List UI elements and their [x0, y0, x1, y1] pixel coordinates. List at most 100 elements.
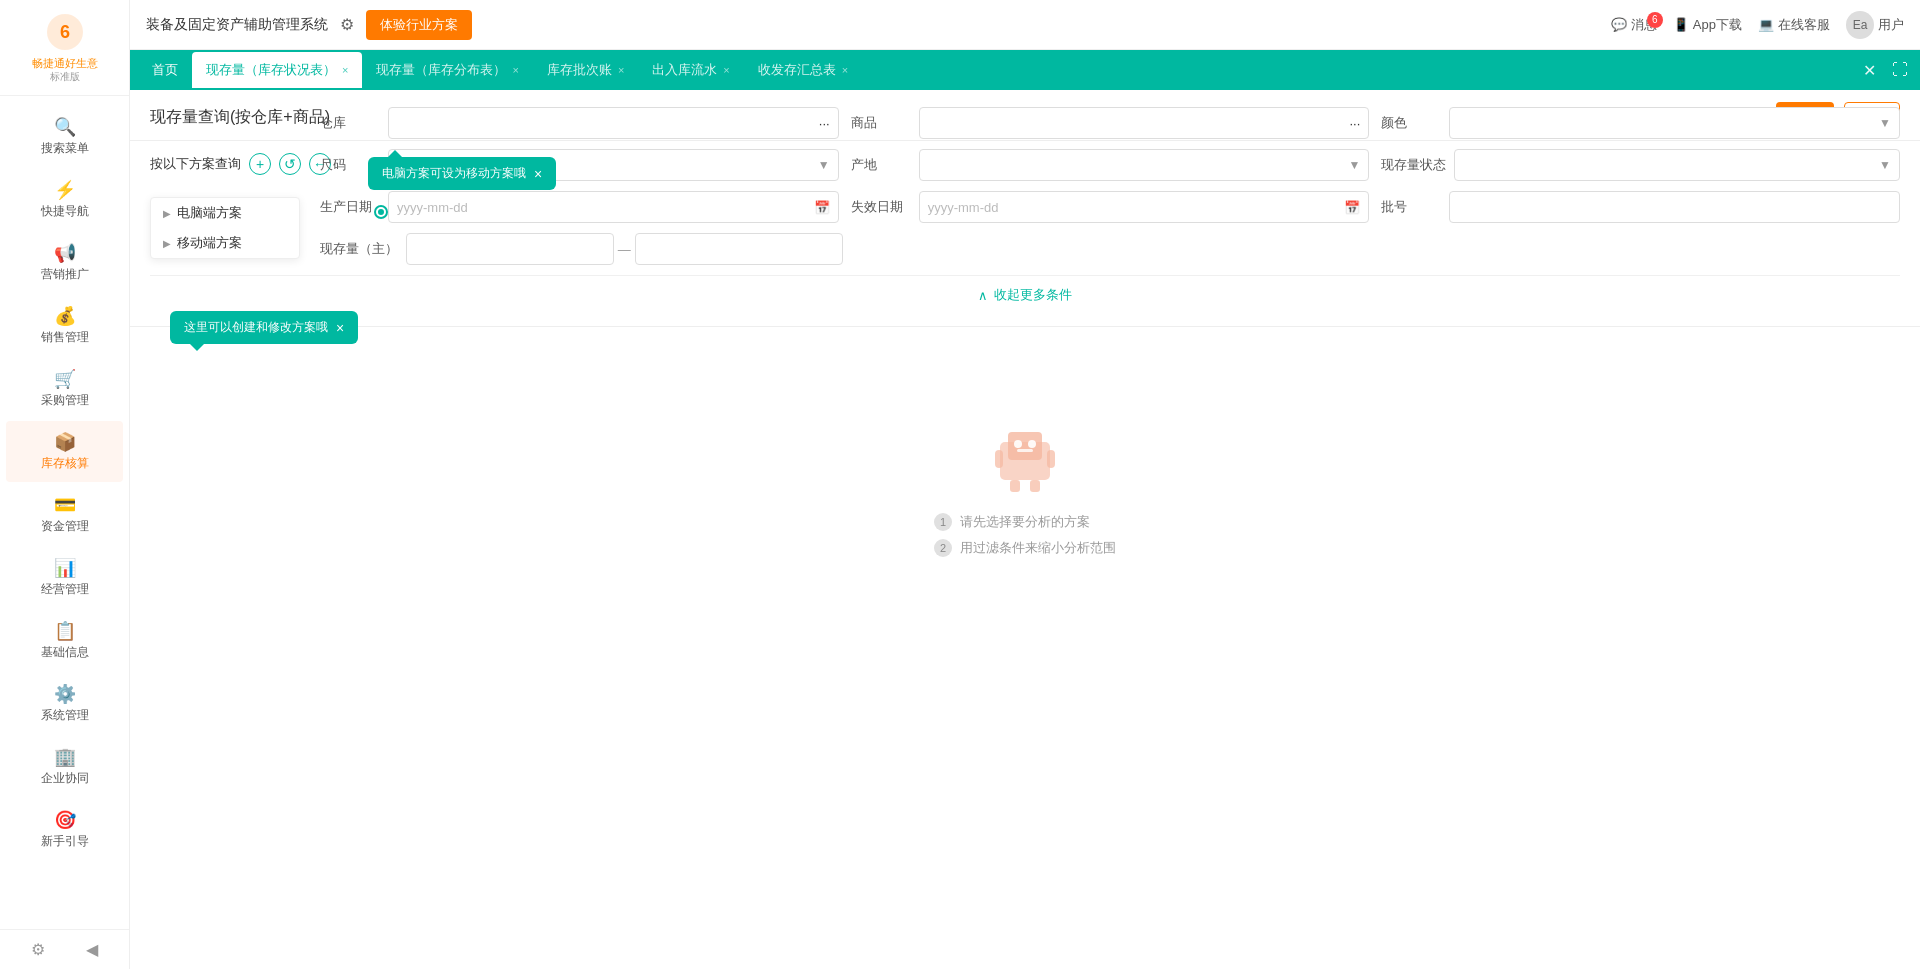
topbar: 装备及固定资产辅助管理系统 ⚙ 体验行业方案 💬 消息 6 📱 App下载 💻 … — [130, 0, 1920, 50]
tab-close-inventory-status[interactable]: × — [342, 64, 348, 76]
sidebar-item-marketing[interactable]: 📢 营销推广 — [6, 232, 123, 293]
fullscreen-icon[interactable]: ⛶ — [1888, 57, 1912, 83]
collapse-bar[interactable]: ∧ 收起更多条件 — [150, 275, 1900, 314]
operations-icon: 📊 — [54, 557, 76, 579]
produce-date-label: 生产日期 — [320, 198, 380, 216]
scheme-item-mobile[interactable]: ▶ 移动端方案 — [151, 228, 299, 258]
notice-count-badge: 6 — [1647, 12, 1663, 28]
color-label: 颜色 — [1381, 114, 1441, 132]
sidebar-item-enterprise[interactable]: 🏢 企业协同 — [6, 736, 123, 797]
topbar-right: 💬 消息 6 📱 App下载 💻 在线客服 Ea 用户 — [1611, 11, 1904, 39]
main-area: 装备及固定资产辅助管理系统 ⚙ 体验行业方案 💬 消息 6 📱 App下载 💻 … — [130, 0, 1920, 969]
goods-select[interactable]: ··· — [919, 107, 1370, 139]
sidebar-item-operations[interactable]: 📊 经营管理 — [6, 547, 123, 608]
scheme-item-pc[interactable]: ▶ 电脑端方案 — [151, 198, 299, 228]
quantity-range: — — [406, 233, 843, 265]
notice-button[interactable]: 💬 消息 6 — [1611, 16, 1657, 34]
tab-close-summary[interactable]: × — [842, 64, 848, 76]
filter-label: 按以下方案查询 — [150, 155, 241, 173]
tab-summary[interactable]: 收发存汇总表 × — [744, 52, 862, 88]
empty-illustration — [980, 407, 1070, 497]
sidebar: 6 畅捷通好生意 标准版 🔍 搜索菜单 ⚡ 快捷导航 📢 营销推广 💰 销售管理… — [0, 0, 130, 969]
tab-inventory-status[interactable]: 现存量（库存状况表） × — [192, 52, 362, 88]
collapse-label: 收起更多条件 — [994, 286, 1072, 304]
tab-inout[interactable]: 出入库流水 × — [638, 52, 743, 88]
sales-icon: 💰 — [54, 305, 76, 327]
tip-num-2: 2 — [934, 539, 952, 557]
highlight-dot — [376, 207, 386, 217]
calendar2-icon: 📅 — [1344, 200, 1360, 215]
sidebar-item-finance[interactable]: 💳 资金管理 — [6, 484, 123, 545]
quantity-max-input[interactable] — [635, 233, 843, 265]
topbar-gear-icon[interactable]: ⚙ — [340, 15, 354, 34]
quantity-label: 现存量（主） — [320, 240, 398, 258]
tab-inventory-dist[interactable]: 现存量（库存分布表） × — [362, 52, 532, 88]
tab-close-inout[interactable]: × — [723, 64, 729, 76]
system-name: 装备及固定资产辅助管理系统 — [146, 16, 328, 34]
svg-rect-10 — [1030, 480, 1040, 492]
svg-rect-9 — [1010, 480, 1020, 492]
sidebar-item-basic[interactable]: 📋 基础信息 — [6, 610, 123, 671]
expire-date-input[interactable]: yyyy-mm-dd 📅 — [919, 191, 1370, 223]
filter-row-3: 生产日期 yyyy-mm-dd 📅 失效日期 yyyy-mm-dd — [320, 191, 1900, 223]
tip-num-1: 1 — [934, 513, 952, 531]
quantity-min-input[interactable] — [406, 233, 614, 265]
tab-close-batch[interactable]: × — [618, 64, 624, 76]
warehouse-select[interactable]: ··· — [388, 107, 839, 139]
warehouse-label: 仓库 — [320, 114, 380, 132]
filter-batch-field: 批号 — [1381, 191, 1900, 223]
search-icon: 🔍 — [54, 116, 76, 138]
svg-text:6: 6 — [59, 22, 69, 42]
svg-rect-3 — [1008, 432, 1042, 460]
calendar-icon: 📅 — [814, 200, 830, 215]
close-tab-icon[interactable]: ✕ — [1859, 57, 1880, 84]
tooltip2-close-button[interactable]: × — [336, 320, 344, 336]
tabbar: 首页 现存量（库存状况表） × 现存量（库存分布表） × 库存批次账 × 出入库… — [130, 50, 1920, 90]
tab-close-inventory-dist[interactable]: × — [512, 64, 518, 76]
tabbar-end: ✕ ⛶ — [1859, 57, 1912, 84]
notice-icon: 💬 — [1611, 17, 1627, 32]
add-scheme-button[interactable]: + — [249, 153, 271, 175]
origin-select[interactable]: ▼ — [919, 149, 1370, 181]
app-logo-icon: 6 — [45, 12, 85, 52]
sidebar-item-guide[interactable]: 🎯 新手引导 — [6, 799, 123, 860]
user-avatar-button[interactable]: Ea 用户 — [1846, 11, 1904, 39]
online-service-button[interactable]: 💻 在线客服 — [1758, 16, 1830, 34]
origin-select-arrow: ▼ — [1348, 158, 1360, 172]
refresh-scheme-button[interactable]: ↺ — [279, 153, 301, 175]
finance-icon: 💳 — [54, 494, 76, 516]
basic-icon: 📋 — [54, 620, 76, 642]
settings-footer-icon[interactable]: ⚙ — [31, 940, 45, 959]
page-title: 现存量查询(按仓库+商品) — [150, 107, 330, 128]
sidebar-item-sales[interactable]: 💰 销售管理 — [6, 295, 123, 356]
tooltip1-close-button[interactable]: × — [534, 166, 542, 182]
sidebar-item-inventory[interactable]: 📦 库存核算 — [6, 421, 123, 482]
empty-tip-1: 1 请先选择要分析的方案 — [934, 513, 1116, 531]
user-avatar: Ea — [1846, 11, 1874, 39]
scheme-panel: ▶ 电脑端方案 ▶ 移动端方案 — [150, 197, 300, 259]
sidebar-item-quick[interactable]: ⚡ 快捷导航 — [6, 169, 123, 230]
topbar-left: 装备及固定资产辅助管理系统 ⚙ 体验行业方案 — [146, 10, 472, 40]
color-select[interactable]: ▼ — [1449, 107, 1900, 139]
app-download-button[interactable]: 📱 App下载 — [1673, 16, 1742, 34]
filter-goods-field: 商品 ··· — [851, 107, 1370, 139]
filter-expire-date-field: 失效日期 yyyy-mm-dd 📅 — [851, 191, 1370, 223]
batch-input[interactable] — [1449, 191, 1900, 223]
trial-industry-button[interactable]: 体验行业方案 — [366, 10, 472, 40]
produce-date-input[interactable]: yyyy-mm-dd 📅 — [388, 191, 839, 223]
tab-batch[interactable]: 库存批次账 × — [533, 52, 638, 88]
svg-rect-8 — [1047, 450, 1055, 468]
add-icon: + — [256, 156, 264, 172]
app-icon: 📱 — [1673, 17, 1689, 32]
status-select[interactable]: ▼ — [1454, 149, 1900, 181]
tab-home[interactable]: 首页 — [138, 61, 192, 79]
sidebar-footer: ⚙ ◀ — [0, 929, 129, 969]
filter-color-field: 颜色 ▼ — [1381, 107, 1900, 139]
inventory-icon: 📦 — [54, 431, 76, 453]
sidebar-item-search[interactable]: 🔍 搜索菜单 — [6, 106, 123, 167]
collapse-sidebar-icon[interactable]: ◀ — [86, 940, 98, 959]
sidebar-item-system[interactable]: ⚙️ 系统管理 — [6, 673, 123, 734]
purchase-icon: 🛒 — [54, 368, 76, 390]
sidebar-item-purchase[interactable]: 🛒 采购管理 — [6, 358, 123, 419]
color-select-arrow: ▼ — [1879, 116, 1891, 130]
